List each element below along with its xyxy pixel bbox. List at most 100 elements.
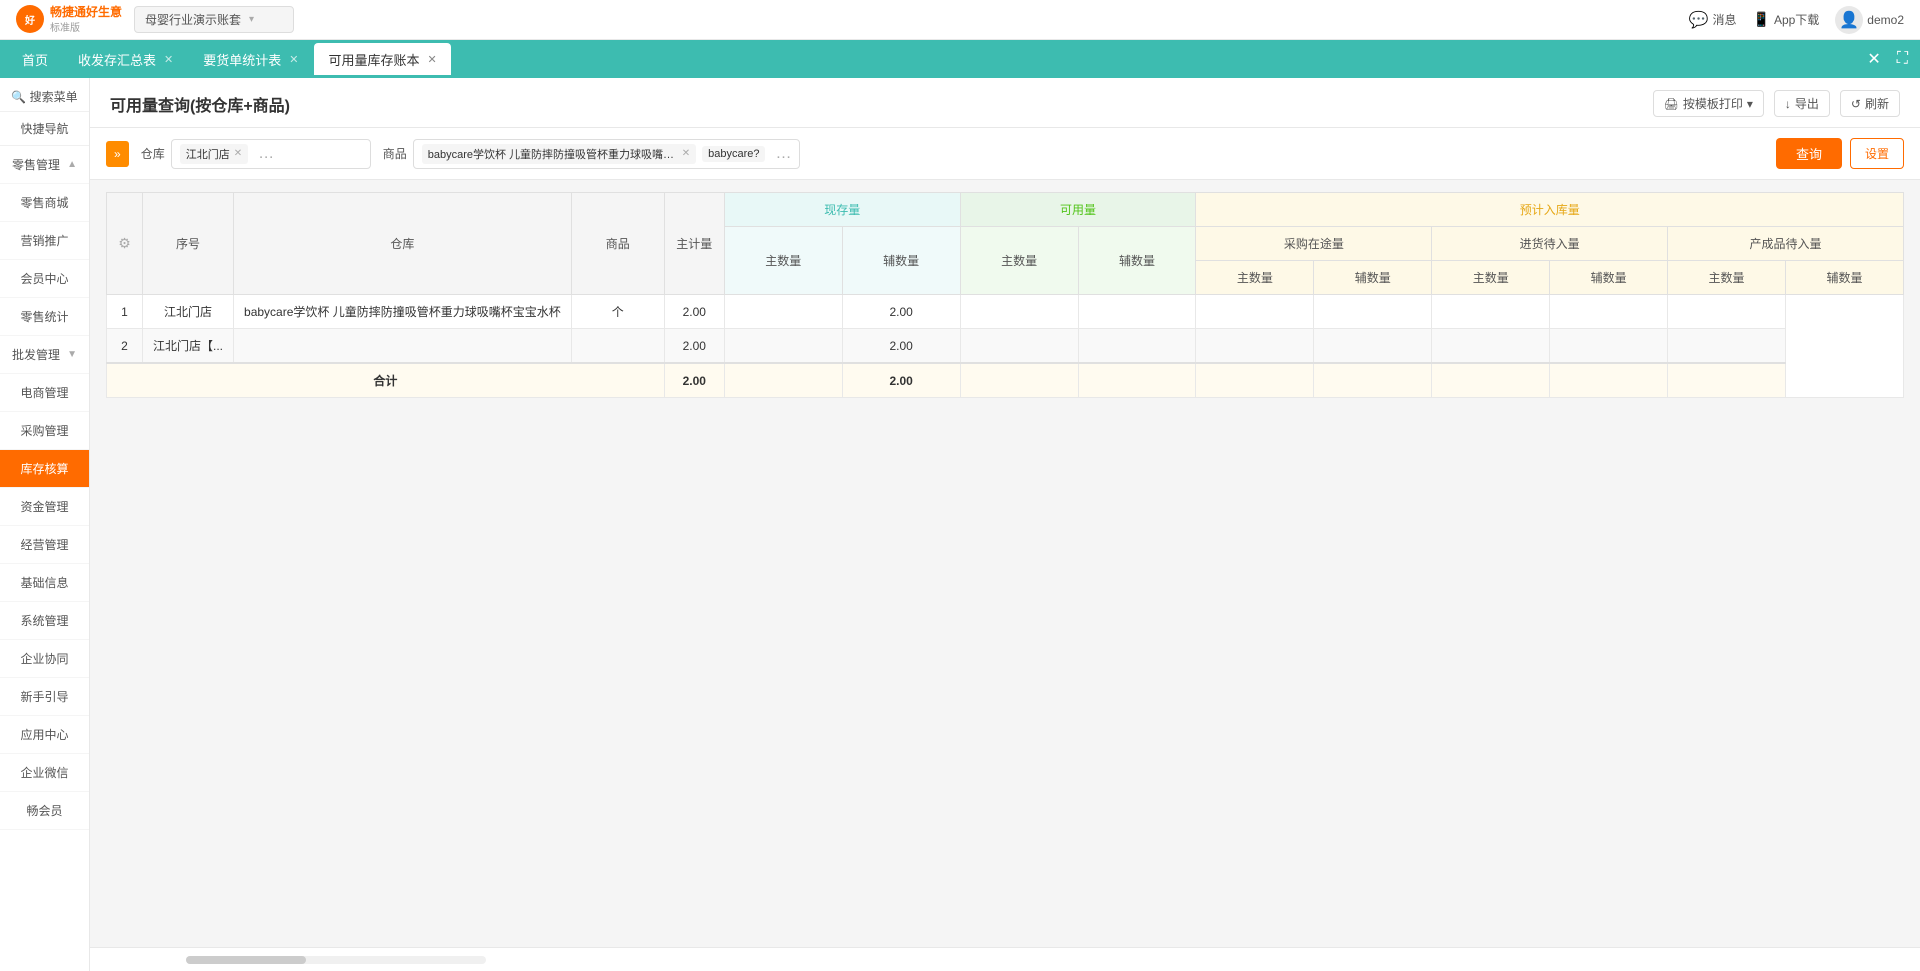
th-current-stock-group: 现存量 — [724, 193, 960, 227]
total-label: 合计 — [107, 363, 665, 398]
sidebar-item-finance-mgmt[interactable]: 资金管理 — [0, 488, 89, 526]
tab-receipt-summary[interactable]: 收发存汇总表 ✕ — [64, 43, 187, 75]
th-product-pending-main: 主数量 — [1668, 261, 1786, 295]
app-download-label: App下载 — [1774, 11, 1819, 28]
warehouse-filter-input[interactable]: 江北门店 ✕ … — [171, 139, 371, 169]
product-filter-group: 商品 babycare学饮杯 儿童防摔防撞吸管杯重力球吸嘴杯宝宝水杯 ✕ bab… — [383, 139, 801, 169]
row-1-current-aux — [724, 295, 842, 329]
sidebar-item-purchase-mgmt[interactable]: 采购管理 — [0, 412, 89, 450]
product-tag-2-text: babycare? — [708, 148, 759, 160]
sidebar-item-retail-mgmt[interactable]: 零售管理 ▲ — [0, 146, 89, 184]
industry-selector[interactable]: 母婴行业演示账套 ▾ — [134, 6, 294, 33]
sidebar: 🔍 搜索菜单 快捷导航 零售管理 ▲ 零售商城 营销推广 会员中心 零售统计 批… — [0, 78, 90, 971]
th-current-aux: 辅数量 — [842, 227, 960, 295]
sidebar-new-guide-label: 新手引导 — [20, 688, 68, 705]
tab-available-stock-close[interactable]: ✕ — [428, 53, 437, 66]
logo-area: 好 畅捷通好生意 标准版 — [16, 5, 122, 34]
template-print-button[interactable]: 🖨 按模板打印 ▾ — [1653, 90, 1764, 117]
sidebar-item-member-pro[interactable]: 畅会员 — [0, 792, 89, 830]
logo-text: 畅捷通好生意 — [50, 5, 122, 19]
sidebar-item-member-center[interactable]: 会员中心 — [0, 260, 89, 298]
sidebar-quick-nav[interactable]: 快捷导航 — [0, 112, 89, 146]
sidebar-search[interactable]: 🔍 搜索菜单 — [0, 78, 89, 112]
product-tag-1-close[interactable]: ✕ — [682, 148, 690, 159]
sidebar-item-enterprise-collab[interactable]: 企业协同 — [0, 640, 89, 678]
message-icon: 💬 — [1689, 10, 1709, 30]
warehouse-filter-label: 仓库 — [141, 145, 165, 162]
sidebar-wholesale-mgmt-label: 批发管理 — [12, 346, 60, 363]
logo-text-area: 畅捷通好生意 标准版 — [50, 5, 122, 34]
refresh-button[interactable]: ↺ 刷新 — [1840, 90, 1900, 117]
horizontal-scrollbar-track[interactable] — [186, 956, 486, 964]
sidebar-ecommerce-label: 电商管理 — [20, 384, 68, 401]
warehouse-filter-dots[interactable]: … — [258, 145, 274, 163]
sidebar-item-basic-info[interactable]: 基础信息 — [0, 564, 89, 602]
product-tag-1: babycare学饮杯 儿童防摔防撞吸管杯重力球吸嘴杯宝宝水杯 ✕ — [422, 144, 696, 164]
sidebar-business-label: 经营管理 — [20, 536, 68, 553]
sidebar-item-ecommerce-mgmt[interactable]: 电商管理 — [0, 374, 89, 412]
main-layout: 🔍 搜索菜单 快捷导航 零售管理 ▲ 零售商城 营销推广 会员中心 零售统计 批… — [0, 78, 1920, 971]
th-settings[interactable]: ⚙ — [107, 193, 143, 295]
table-container[interactable]: ⚙ 序号 仓库 商品 主计量 现存量 可用量 预计入库量 主数量 辅数量 — [90, 180, 1920, 947]
product-filter-dots[interactable]: … — [775, 145, 791, 163]
total-current-aux — [724, 363, 842, 398]
logo-icon: 好 — [16, 5, 44, 33]
tab-available-stock[interactable]: 可用量库存账本 ✕ — [314, 43, 450, 75]
tab-close-all[interactable]: ✕ — [1863, 45, 1884, 73]
total-available-aux — [960, 363, 1078, 398]
sidebar-item-marketing[interactable]: 营销推广 — [0, 222, 89, 260]
row-1-purchase-onway-main — [1078, 295, 1196, 329]
app-download-button[interactable]: 📱 App下载 — [1753, 11, 1820, 28]
sidebar-search-label: 搜索菜单 — [30, 90, 78, 104]
table-header-row-1: ⚙ 序号 仓库 商品 主计量 现存量 可用量 预计入库量 — [107, 193, 1904, 227]
row-1-incoming-pending-main — [1314, 295, 1432, 329]
sidebar-item-enterprise-wechat[interactable]: 企业微信 — [0, 754, 89, 792]
row-2-unit — [571, 329, 664, 364]
warehouse-tag-close[interactable]: ✕ — [234, 148, 242, 159]
product-filter-input[interactable]: babycare学饮杯 儿童防摔防撞吸管杯重力球吸嘴杯宝宝水杯 ✕ babyca… — [413, 139, 801, 169]
tab-receipt-summary-close[interactable]: ✕ — [164, 53, 173, 66]
sidebar-app-center-label: 应用中心 — [20, 726, 68, 743]
total-incoming-pending-aux — [1432, 363, 1550, 398]
message-button[interactable]: 💬 消息 — [1689, 10, 1737, 30]
top-bar-right: 💬 消息 📱 App下载 👤 demo2 — [1689, 6, 1904, 34]
sidebar-item-retail-mall[interactable]: 零售商城 — [0, 184, 89, 222]
tab-order-stats-close[interactable]: ✕ — [289, 53, 298, 66]
table-footer — [90, 947, 1920, 971]
row-1-product: babycare学饮杯 儿童防摔防撞吸管杯重力球吸嘴杯宝宝水杯 — [234, 295, 572, 329]
filter-expand-button[interactable]: » — [106, 141, 129, 167]
sidebar-inventory-check-label: 库存核算 — [20, 460, 68, 477]
sidebar-item-sys-mgmt[interactable]: 系统管理 — [0, 602, 89, 640]
user-profile[interactable]: 👤 demo2 — [1835, 6, 1904, 34]
sidebar-enterprise-wechat-label: 企业微信 — [20, 764, 68, 781]
settings-button[interactable]: 设置 — [1850, 138, 1904, 169]
tab-home[interactable]: 首页 — [8, 43, 62, 75]
username: demo2 — [1867, 13, 1904, 27]
row-2-no: 2 — [107, 329, 143, 364]
total-product-pending-main — [1550, 363, 1668, 398]
warehouse-filter-group: 仓库 江北门店 ✕ … — [141, 139, 371, 169]
tab-order-stats[interactable]: 要货单统计表 ✕ — [189, 43, 312, 75]
app-download-icon: 📱 — [1753, 11, 1770, 28]
th-available-main: 主数量 — [960, 227, 1078, 295]
export-button[interactable]: ↓ 导出 — [1774, 90, 1830, 117]
sidebar-item-new-guide[interactable]: 新手引导 — [0, 678, 89, 716]
horizontal-scrollbar-thumb[interactable] — [186, 956, 306, 964]
sidebar-item-business-mgmt[interactable]: 经营管理 — [0, 526, 89, 564]
data-table: ⚙ 序号 仓库 商品 主计量 现存量 可用量 预计入库量 主数量 辅数量 — [106, 192, 1904, 398]
sidebar-item-wholesale-mgmt[interactable]: 批发管理 ▼ — [0, 336, 89, 374]
chevron-down-icon: ▾ — [249, 14, 254, 25]
th-no: 序号 — [143, 193, 234, 295]
sidebar-item-inventory-check[interactable]: 库存核算 — [0, 450, 89, 488]
tab-expand[interactable]: ⛶ — [1893, 46, 1912, 72]
row-1-no: 1 — [107, 295, 143, 329]
sidebar-finance-label: 资金管理 — [20, 498, 68, 515]
logo-sub: 标准版 — [50, 19, 122, 34]
row-1-incoming-pending-aux — [1432, 295, 1550, 329]
sidebar-item-retail-stats[interactable]: 零售统计 — [0, 298, 89, 336]
row-2-available-aux — [960, 329, 1078, 364]
sidebar-item-app-center[interactable]: 应用中心 — [0, 716, 89, 754]
query-button[interactable]: 查询 — [1776, 138, 1842, 169]
page-header: 可用量查询(按仓库+商品) 🖨 按模板打印 ▾ ↓ 导出 ↺ 刷新 — [90, 78, 1920, 128]
sidebar-sys-mgmt-label: 系统管理 — [20, 612, 68, 629]
